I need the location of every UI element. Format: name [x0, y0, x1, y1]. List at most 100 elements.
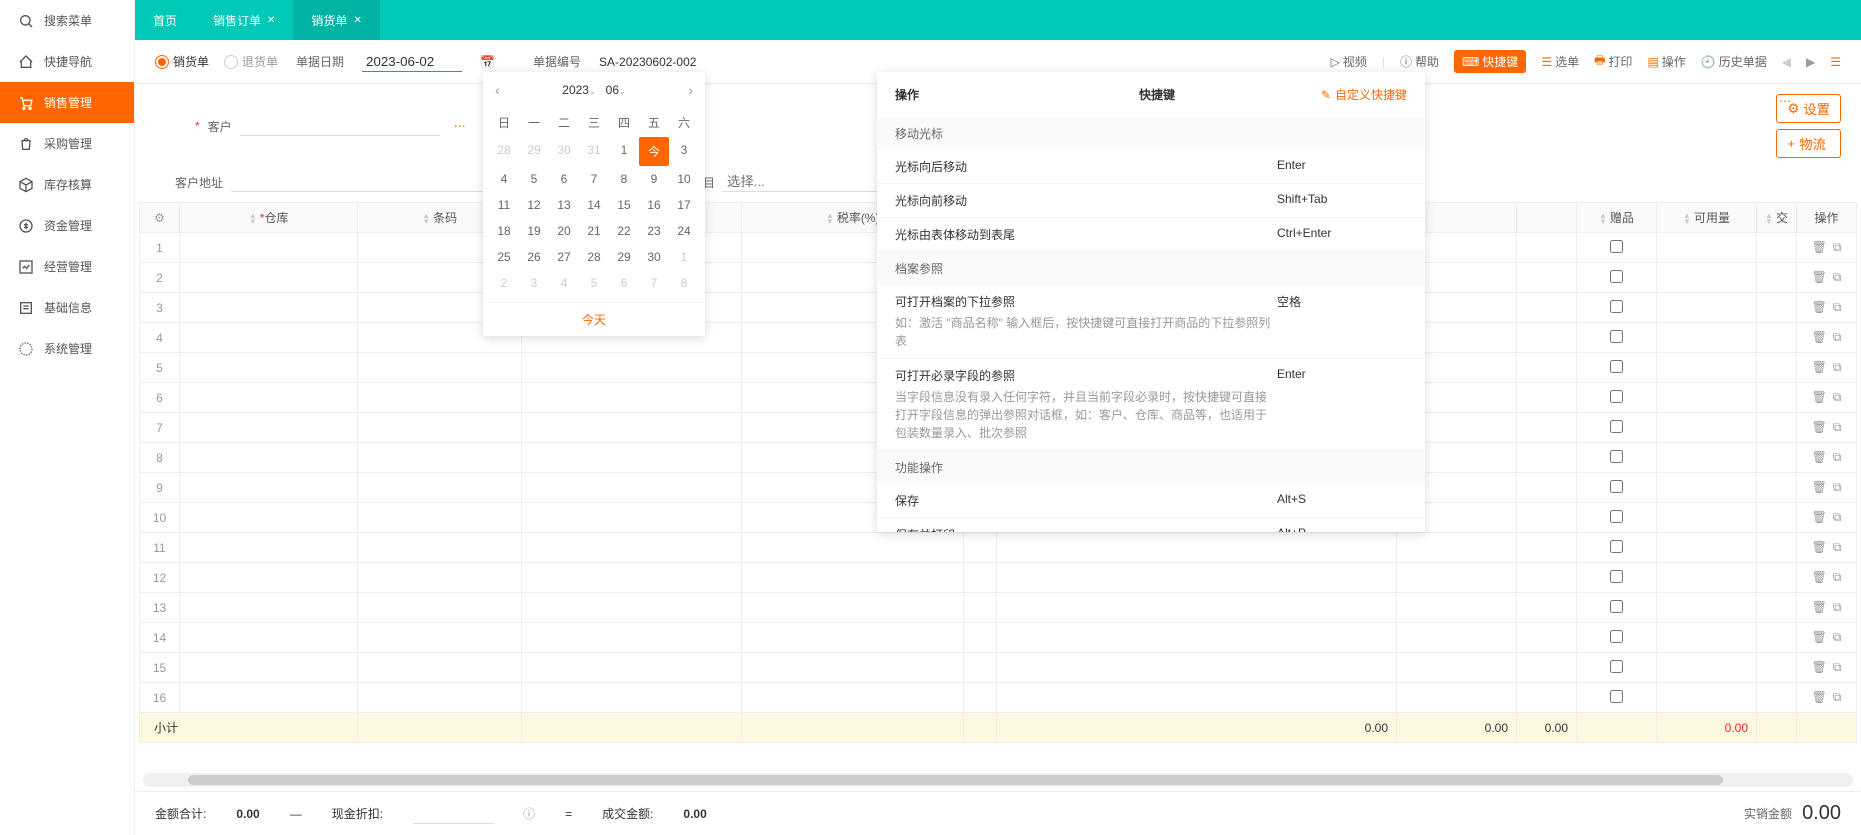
gift-checkbox[interactable]	[1610, 570, 1623, 583]
gift-checkbox[interactable]	[1610, 270, 1623, 283]
cal-day[interactable]: 23	[639, 218, 669, 244]
select-link[interactable]: ☰选单	[1541, 53, 1579, 70]
help-link[interactable]: ⓘ帮助	[1400, 53, 1439, 70]
cal-day[interactable]: 20	[549, 218, 579, 244]
menu-icon[interactable]: ☰	[1830, 55, 1841, 69]
cal-day-today[interactable]: 今	[639, 137, 669, 166]
sidebar-search[interactable]: 搜索菜单	[0, 0, 134, 41]
cal-day-other[interactable]: 6	[609, 270, 639, 296]
history-link[interactable]: 🕘历史单据	[1701, 53, 1767, 70]
cal-day-other[interactable]: 5	[579, 270, 609, 296]
sidebar-business[interactable]: 经营管理	[0, 246, 134, 287]
print-link[interactable]: 🖶打印	[1594, 51, 1632, 72]
delete-icon[interactable]: 🗑	[1812, 510, 1827, 525]
copy-icon[interactable]: ⧉	[1833, 510, 1842, 525]
sidebar-system[interactable]: 系统管理	[0, 328, 134, 369]
copy-icon[interactable]: ⧉	[1833, 540, 1842, 555]
col-gift[interactable]: ▲▼赠品	[1577, 203, 1657, 233]
sidebar-inventory[interactable]: 库存核算	[0, 164, 134, 205]
tab-sales-slip[interactable]: 销货单✕	[293, 0, 379, 40]
cal-day[interactable]: 7	[579, 166, 609, 192]
copy-icon[interactable]: ⧉	[1833, 480, 1842, 495]
delete-icon[interactable]: 🗑	[1812, 630, 1827, 645]
cal-day-other[interactable]: 28	[489, 137, 519, 166]
cal-day[interactable]: 9	[639, 166, 669, 192]
cal-day[interactable]: 25	[489, 244, 519, 270]
cal-day-other[interactable]: 30	[549, 137, 579, 166]
gift-checkbox[interactable]	[1610, 600, 1623, 613]
cal-next[interactable]: ›	[688, 82, 693, 98]
shortcut-button[interactable]: ⌨快捷键	[1454, 50, 1526, 73]
cal-day-other[interactable]: 29	[519, 137, 549, 166]
cal-day[interactable]: 11	[489, 192, 519, 218]
operate-link[interactable]: ▤操作	[1647, 53, 1685, 70]
delete-icon[interactable]: 🗑	[1812, 600, 1827, 615]
sidebar-sales[interactable]: 销售管理	[0, 82, 134, 123]
cal-day-other[interactable]: 4	[549, 270, 579, 296]
gift-checkbox[interactable]	[1610, 360, 1623, 373]
help-icon[interactable]: ⓘ	[523, 805, 535, 822]
copy-icon[interactable]: ⧉	[1833, 270, 1842, 285]
cal-day[interactable]: 19	[519, 218, 549, 244]
cal-day[interactable]: 26	[519, 244, 549, 270]
gift-checkbox[interactable]	[1610, 240, 1623, 253]
cal-day[interactable]: 30	[639, 244, 669, 270]
copy-icon[interactable]: ⧉	[1833, 330, 1842, 345]
cal-day[interactable]: 21	[579, 218, 609, 244]
cal-year[interactable]: 2023⌄	[562, 83, 595, 97]
custom-shortcut-link[interactable]: ✎自定义快捷键	[1321, 86, 1407, 103]
sidebar-purchase[interactable]: 采购管理	[0, 123, 134, 164]
copy-icon[interactable]: ⧉	[1833, 300, 1842, 315]
calendar-icon[interactable]: 📅	[480, 55, 495, 69]
cal-day-other[interactable]: 8	[669, 270, 699, 296]
row-more-icon[interactable]: ⋯	[1779, 94, 1791, 108]
chevron-left-icon[interactable]: ◀	[1782, 55, 1791, 69]
cal-day-other[interactable]: 2	[489, 270, 519, 296]
close-icon[interactable]: ✕	[267, 15, 275, 26]
col-deliver[interactable]: ▲▼交	[1757, 203, 1797, 233]
gift-checkbox[interactable]	[1610, 630, 1623, 643]
gift-checkbox[interactable]	[1610, 450, 1623, 463]
delete-icon[interactable]: 🗑	[1812, 330, 1827, 345]
scrollbar-thumb[interactable]	[188, 775, 1723, 785]
cal-day-other[interactable]: 3	[519, 270, 549, 296]
delete-icon[interactable]: 🗑	[1812, 390, 1827, 405]
cal-day[interactable]: 14	[579, 192, 609, 218]
gift-checkbox[interactable]	[1610, 330, 1623, 343]
copy-icon[interactable]: ⧉	[1833, 240, 1842, 255]
cal-month[interactable]: 06⌄	[606, 83, 626, 97]
tab-home[interactable]: 首页	[135, 0, 195, 40]
gift-checkbox[interactable]	[1610, 660, 1623, 673]
sidebar-finance[interactable]: 资金管理	[0, 205, 134, 246]
cal-day[interactable]: 10	[669, 166, 699, 192]
cal-today-link[interactable]: 今天	[483, 302, 705, 336]
gift-checkbox[interactable]	[1610, 300, 1623, 313]
cal-day[interactable]: 5	[519, 166, 549, 192]
sidebar-quicknav[interactable]: 快捷导航	[0, 41, 134, 82]
table-row[interactable]: 15 🗑⧉	[140, 653, 1857, 683]
delete-icon[interactable]: 🗑	[1812, 540, 1827, 555]
copy-icon[interactable]: ⧉	[1833, 600, 1842, 615]
cal-day[interactable]: 15	[609, 192, 639, 218]
cal-day[interactable]: 12	[519, 192, 549, 218]
copy-icon[interactable]: ⧉	[1833, 420, 1842, 435]
cal-day-other[interactable]: 7	[639, 270, 669, 296]
cal-day[interactable]: 27	[549, 244, 579, 270]
delete-icon[interactable]: 🗑	[1812, 450, 1827, 465]
table-row[interactable]: 14 🗑⧉	[140, 623, 1857, 653]
table-row[interactable]: 16 🗑⧉	[140, 683, 1857, 713]
delete-icon[interactable]: 🗑	[1812, 420, 1827, 435]
sidebar-basic[interactable]: 基础信息	[0, 287, 134, 328]
cash-discount-input[interactable]	[413, 804, 493, 824]
delete-icon[interactable]: 🗑	[1812, 240, 1827, 255]
gift-checkbox[interactable]	[1610, 540, 1623, 553]
cal-day[interactable]: 17	[669, 192, 699, 218]
cal-day[interactable]: 24	[669, 218, 699, 244]
gift-checkbox[interactable]	[1610, 690, 1623, 703]
chevron-right-icon[interactable]: ▶	[1806, 55, 1815, 69]
doc-date-input[interactable]	[362, 52, 462, 72]
copy-icon[interactable]: ⧉	[1833, 630, 1842, 645]
cal-day[interactable]: 1	[609, 137, 639, 166]
cal-day[interactable]: 13	[549, 192, 579, 218]
copy-icon[interactable]: ⧉	[1833, 450, 1842, 465]
